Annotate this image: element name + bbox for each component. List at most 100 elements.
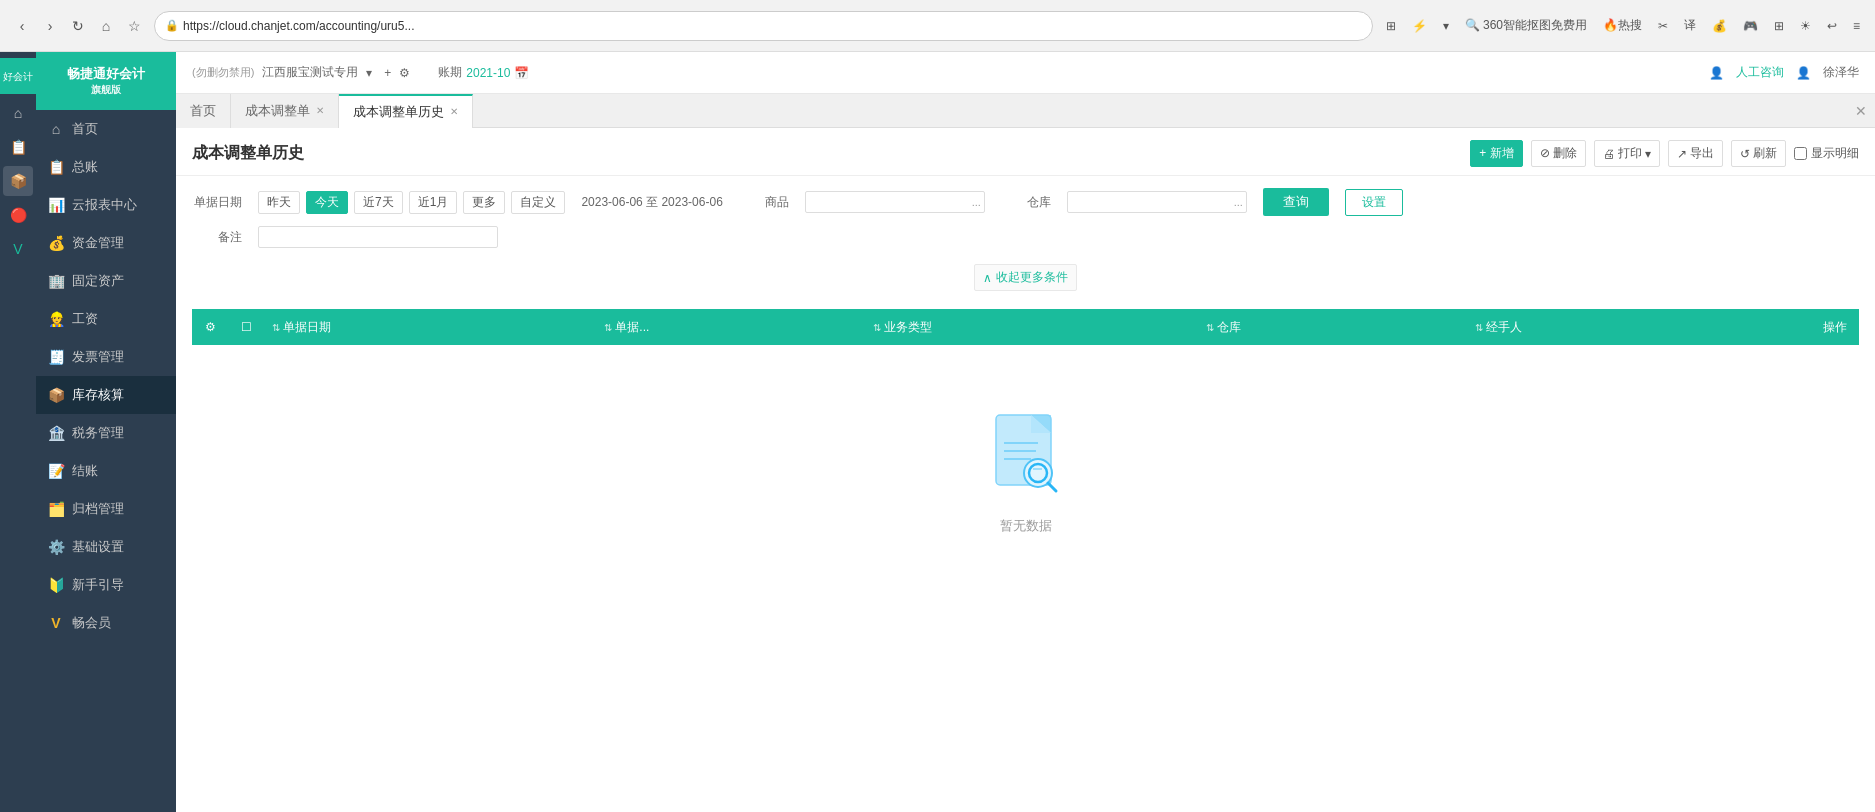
- table-col-person-header[interactable]: ⇅ 经手人: [1467, 319, 1799, 336]
- tab-home[interactable]: 首页: [176, 94, 231, 128]
- undo-icon[interactable]: ↩: [1822, 17, 1842, 35]
- browser-home-button[interactable]: ⌂: [94, 14, 118, 38]
- show-detail-checkbox[interactable]: [1794, 147, 1807, 160]
- game-icon[interactable]: 🎮: [1738, 17, 1763, 35]
- col-date-sort-icon: ⇅: [272, 322, 280, 333]
- menu-icon[interactable]: ≡: [1848, 17, 1865, 35]
- calendar-icon[interactable]: 📅: [514, 66, 529, 80]
- company-dropdown-icon[interactable]: ▾: [366, 66, 372, 80]
- tab-cost-adjust-history-close[interactable]: ✕: [450, 106, 458, 117]
- sidebar-item-ledger[interactable]: 📋 总账: [36, 148, 176, 186]
- sidebar-item-settlement[interactable]: 📝 结账: [36, 452, 176, 490]
- user-label[interactable]: 徐泽华: [1823, 64, 1859, 81]
- filter-date-range: 2023-06-06 至 2023-06-06: [581, 194, 722, 211]
- print-icon: 🖨: [1603, 147, 1615, 161]
- address-bar[interactable]: 🔒 https://cloud.chanjet.com/accounting/u…: [154, 11, 1373, 41]
- hot-search-label[interactable]: 🔥热搜: [1598, 15, 1647, 36]
- table-col-num-header[interactable]: ⇅ 单据...: [596, 319, 865, 336]
- extensions-icon[interactable]: ⊞: [1381, 17, 1401, 35]
- sidebar-item-invoices-label: 发票管理: [72, 348, 124, 366]
- empty-text: 暂无数据: [1000, 517, 1052, 535]
- sidebar-item-settings-label: 基础设置: [72, 538, 124, 556]
- sidebar-item-tax[interactable]: 🏦 税务管理: [36, 414, 176, 452]
- icon-bar-item-5[interactable]: V: [3, 234, 33, 264]
- filter-warehouse-input[interactable]: [1067, 191, 1247, 213]
- sidebar-item-assets[interactable]: 🏢 固定资产: [36, 262, 176, 300]
- date-btn-1month[interactable]: 近1月: [409, 191, 458, 214]
- collapse-button[interactable]: ∧ 收起更多条件: [974, 264, 1077, 291]
- tab-cost-adjust-label: 成本调整单: [245, 102, 310, 120]
- page-title: 成本调整单历史: [192, 143, 304, 164]
- select-all-checkbox[interactable]: ☐: [241, 320, 252, 334]
- sidebar-item-settings[interactable]: ⚙️ 基础设置: [36, 528, 176, 566]
- setting-button[interactable]: 设置: [1345, 189, 1403, 216]
- table-col-settings-header[interactable]: ⚙: [192, 320, 228, 334]
- empty-state: 暂无数据: [192, 345, 1859, 595]
- user-avatar-icon: 👤: [1796, 66, 1811, 80]
- col-date-label: 单据日期: [283, 319, 331, 336]
- table-col-action-header: 操作: [1799, 319, 1859, 336]
- print-label: 打印: [1618, 145, 1642, 162]
- table-col-warehouse-header[interactable]: ⇅ 仓库: [1198, 319, 1467, 336]
- query-button[interactable]: 查询: [1263, 188, 1329, 216]
- sidebar-item-invoices[interactable]: 🧾 发票管理: [36, 338, 176, 376]
- svg-line-9: [1048, 483, 1056, 491]
- brightness-icon[interactable]: ☀: [1795, 17, 1816, 35]
- filter-product-input[interactable]: [805, 191, 985, 213]
- icon-bar-item-2[interactable]: 📋: [3, 132, 33, 162]
- refresh-button[interactable]: ↺ 刷新: [1731, 140, 1786, 167]
- col-num-sort-icon: ⇅: [604, 322, 612, 333]
- date-btn-custom[interactable]: 自定义: [511, 191, 565, 214]
- date-btn-7days[interactable]: 近7天: [354, 191, 403, 214]
- scissors-icon[interactable]: ✂: [1653, 17, 1673, 35]
- sidebar-item-inventory[interactable]: 📦 库存核算: [36, 376, 176, 414]
- add-company-icon[interactable]: +: [384, 66, 391, 80]
- date-btn-today[interactable]: 今天: [306, 191, 348, 214]
- page-header: 成本调整单历史 + 新增 ⊘ 删除 🖨 打印 ▾ ↗ 导出 ↺: [176, 128, 1875, 176]
- filter-row-remark: 备注: [192, 226, 1859, 248]
- dropdown-icon[interactable]: ▾: [1438, 17, 1454, 35]
- sidebar-item-member[interactable]: V 畅会员: [36, 604, 176, 642]
- sidebar-item-guide[interactable]: 🔰 新手引导: [36, 566, 176, 604]
- support-label[interactable]: 人工咨询: [1736, 64, 1784, 81]
- company-prefix: (勿删勿禁用): [192, 65, 254, 80]
- table-col-check-header[interactable]: ☐: [228, 320, 264, 334]
- icon-bar-item-1[interactable]: ⌂: [3, 98, 33, 128]
- search-tool[interactable]: 🔍 360智能抠图免费用: [1460, 15, 1592, 36]
- print-button[interactable]: 🖨 打印 ▾: [1594, 140, 1660, 167]
- sidebar-item-reports[interactable]: 📊 云报表中心: [36, 186, 176, 224]
- export-button[interactable]: ↗ 导出: [1668, 140, 1723, 167]
- filter-remark-input[interactable]: [258, 226, 498, 248]
- sidebar-item-home[interactable]: ⌂ 首页: [36, 110, 176, 148]
- icon-bar-item-4[interactable]: 🔴: [3, 200, 33, 230]
- browser-back-button[interactable]: ‹: [10, 14, 34, 38]
- table-col-date-header[interactable]: ⇅ 单据日期: [264, 319, 596, 336]
- browser-bookmark-button[interactable]: ☆: [122, 14, 146, 38]
- tax-icon: 🏦: [48, 425, 64, 441]
- icon-bar-logo[interactable]: 好会计: [0, 58, 36, 94]
- browser-forward-button[interactable]: ›: [38, 14, 62, 38]
- delete-button[interactable]: ⊘ 删除: [1531, 140, 1586, 167]
- sidebar-item-wages-label: 工资: [72, 310, 98, 328]
- icon-bar-item-3[interactable]: 📦: [3, 166, 33, 196]
- tab-cost-adjust-history[interactable]: 成本调整单历史 ✕: [339, 94, 473, 128]
- settings-icon-topbar[interactable]: ⚙: [399, 66, 410, 80]
- sidebar-item-wages[interactable]: 👷 工资: [36, 300, 176, 338]
- wallet-icon[interactable]: 💰: [1707, 17, 1732, 35]
- grid-icon[interactable]: ⊞: [1769, 17, 1789, 35]
- tab-close-all[interactable]: ✕: [1855, 103, 1867, 119]
- sidebar-item-funds[interactable]: 💰 资金管理: [36, 224, 176, 262]
- lightning-icon[interactable]: ⚡: [1407, 17, 1432, 35]
- new-button[interactable]: + 新增: [1470, 140, 1522, 167]
- tab-cost-adjust-close[interactable]: ✕: [316, 105, 324, 116]
- export-label: 导出: [1690, 145, 1714, 162]
- funds-icon: 💰: [48, 235, 64, 251]
- tab-cost-adjust[interactable]: 成本调整单 ✕: [231, 94, 339, 128]
- sidebar-item-archive[interactable]: 🗂️ 归档管理: [36, 490, 176, 528]
- translate-icon[interactable]: 译: [1679, 15, 1701, 36]
- browser-reload-button[interactable]: ↻: [66, 14, 90, 38]
- table-col-type-header[interactable]: ⇅ 业务类型: [865, 319, 1197, 336]
- period-label: 账期: [438, 64, 462, 81]
- date-btn-more[interactable]: 更多: [463, 191, 505, 214]
- date-btn-yesterday[interactable]: 昨天: [258, 191, 300, 214]
